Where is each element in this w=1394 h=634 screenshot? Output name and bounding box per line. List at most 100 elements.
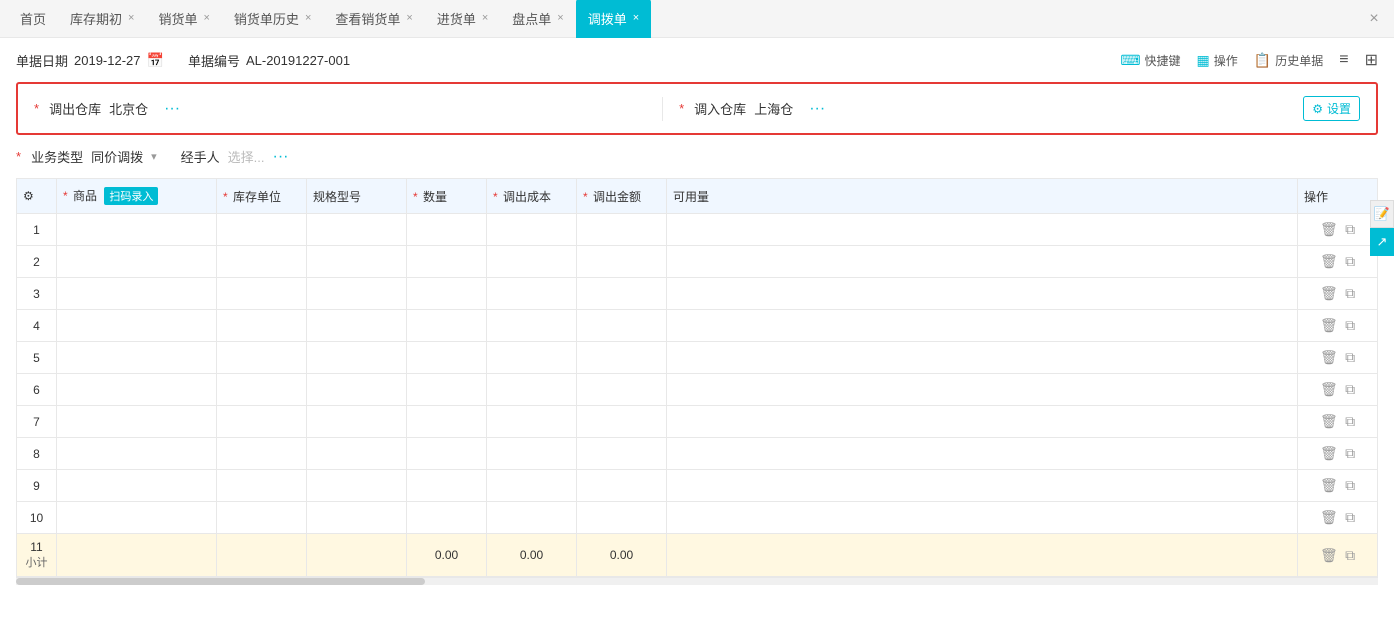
cell-product[interactable]: [57, 502, 217, 534]
in-warehouse-more[interactable]: ···: [809, 100, 825, 118]
cell-spec[interactable]: [307, 406, 407, 438]
copy-row-icon[interactable]: ⧉: [1345, 253, 1355, 269]
tab-sales-history[interactable]: 销货单历史 ×: [222, 0, 323, 38]
tab-sales-history-close[interactable]: ×: [305, 13, 311, 24]
copy-row-icon[interactable]: ⧉: [1345, 413, 1355, 429]
sidebar-notes-icon[interactable]: 📝: [1370, 200, 1394, 228]
cell-product[interactable]: [57, 406, 217, 438]
cell-available[interactable]: [667, 246, 1298, 278]
grid-view-button[interactable]: ⊞: [1365, 50, 1378, 70]
cell-qty[interactable]: [407, 246, 487, 278]
cell-qty[interactable]: [407, 278, 487, 310]
cell-unit[interactable]: [217, 374, 307, 406]
person-select[interactable]: 选择...: [228, 147, 265, 166]
cell-cost[interactable]: [487, 310, 577, 342]
cell-spec[interactable]: [307, 310, 407, 342]
cell-cost[interactable]: [487, 278, 577, 310]
cell-amount[interactable]: [577, 502, 667, 534]
cell-available[interactable]: [667, 502, 1298, 534]
tab-view-sales-close[interactable]: ×: [406, 13, 412, 24]
copy-row-icon[interactable]: ⧉: [1345, 477, 1355, 493]
tab-purchase-close[interactable]: ×: [482, 13, 488, 24]
cell-qty[interactable]: [407, 310, 487, 342]
cell-product[interactable]: [57, 342, 217, 374]
list-view-button[interactable]: ≡: [1339, 51, 1348, 69]
cell-spec[interactable]: [307, 342, 407, 374]
cell-available[interactable]: [667, 214, 1298, 246]
copy-icon[interactable]: ⧉: [1345, 547, 1355, 563]
tab-view-sales[interactable]: 查看销货单 ×: [323, 0, 424, 38]
cell-product[interactable]: [57, 278, 217, 310]
cell-available[interactable]: [667, 470, 1298, 502]
cell-spec[interactable]: [307, 214, 407, 246]
cell-amount[interactable]: [577, 214, 667, 246]
copy-row-icon[interactable]: ⧉: [1345, 349, 1355, 365]
cell-cost[interactable]: [487, 470, 577, 502]
copy-row-icon[interactable]: ⧉: [1345, 317, 1355, 333]
cell-unit[interactable]: [217, 406, 307, 438]
cell-unit[interactable]: [217, 214, 307, 246]
business-type-dropdown-icon[interactable]: ▾: [151, 150, 157, 163]
sidebar-export-icon[interactable]: ↗: [1370, 228, 1394, 256]
tab-purchase[interactable]: 进货单 ×: [425, 0, 500, 38]
copy-row-icon[interactable]: ⧉: [1345, 285, 1355, 301]
cell-product[interactable]: [57, 246, 217, 278]
cell-available[interactable]: [667, 438, 1298, 470]
cell-qty[interactable]: [407, 342, 487, 374]
cell-amount[interactable]: [577, 406, 667, 438]
tab-transfer-close[interactable]: ×: [633, 13, 639, 24]
cell-available[interactable]: [667, 278, 1298, 310]
scrollbar-thumb[interactable]: [16, 578, 425, 585]
cell-qty[interactable]: [407, 470, 487, 502]
tab-inventory-init-close[interactable]: ×: [128, 13, 134, 24]
delete-row-icon[interactable]: 🗑: [1320, 445, 1338, 461]
operations-button[interactable]: ▦ 操作: [1197, 52, 1238, 69]
delete-row-icon[interactable]: 🗑: [1320, 349, 1338, 365]
cell-available[interactable]: [667, 342, 1298, 374]
cell-cost[interactable]: [487, 406, 577, 438]
cell-qty[interactable]: [407, 438, 487, 470]
cell-spec[interactable]: [307, 502, 407, 534]
tab-inventory-check-close[interactable]: ×: [557, 13, 563, 24]
cell-amount[interactable]: [577, 470, 667, 502]
tab-bar-close-button[interactable]: ×: [1364, 9, 1384, 29]
cell-unit[interactable]: [217, 246, 307, 278]
cell-unit[interactable]: [217, 278, 307, 310]
delete-row-icon[interactable]: 🗑: [1320, 381, 1338, 397]
cell-cost[interactable]: [487, 246, 577, 278]
cell-amount[interactable]: [577, 246, 667, 278]
tab-sales-order[interactable]: 销货单 ×: [146, 0, 221, 38]
th-gear[interactable]: ⚙: [17, 179, 57, 214]
cell-amount[interactable]: [577, 310, 667, 342]
cell-unit[interactable]: [217, 502, 307, 534]
cell-available[interactable]: [667, 406, 1298, 438]
copy-row-icon[interactable]: ⧉: [1345, 509, 1355, 525]
cell-cost[interactable]: [487, 214, 577, 246]
cell-spec[interactable]: [307, 438, 407, 470]
cell-cost[interactable]: [487, 438, 577, 470]
delete-row-icon[interactable]: 🗑: [1320, 509, 1338, 525]
copy-row-icon[interactable]: ⧉: [1345, 221, 1355, 237]
out-warehouse-value[interactable]: 北京仓: [109, 99, 148, 118]
business-type-value[interactable]: 同价调拨: [91, 147, 143, 166]
delete-row-icon[interactable]: 🗑: [1320, 317, 1338, 333]
person-more-button[interactable]: ···: [272, 148, 288, 166]
cell-product[interactable]: [57, 214, 217, 246]
cell-qty[interactable]: [407, 374, 487, 406]
cell-spec[interactable]: [307, 470, 407, 502]
cell-available[interactable]: [667, 310, 1298, 342]
cell-cost[interactable]: [487, 342, 577, 374]
cell-unit[interactable]: [217, 342, 307, 374]
cell-cost[interactable]: [487, 374, 577, 406]
cell-amount[interactable]: [577, 438, 667, 470]
delete-row-icon[interactable]: 🗑: [1320, 477, 1338, 493]
cell-qty[interactable]: [407, 406, 487, 438]
settings-button[interactable]: ⚙ 设置: [1303, 96, 1360, 121]
out-warehouse-more[interactable]: ···: [164, 100, 180, 118]
scan-button[interactable]: 扫码录入: [104, 187, 158, 205]
cell-amount[interactable]: [577, 278, 667, 310]
shortcuts-button[interactable]: ⌨ 快捷键: [1120, 52, 1180, 69]
delete-row-icon[interactable]: 🗑: [1320, 221, 1338, 237]
cell-amount[interactable]: [577, 342, 667, 374]
tab-sales-order-close[interactable]: ×: [203, 13, 209, 24]
